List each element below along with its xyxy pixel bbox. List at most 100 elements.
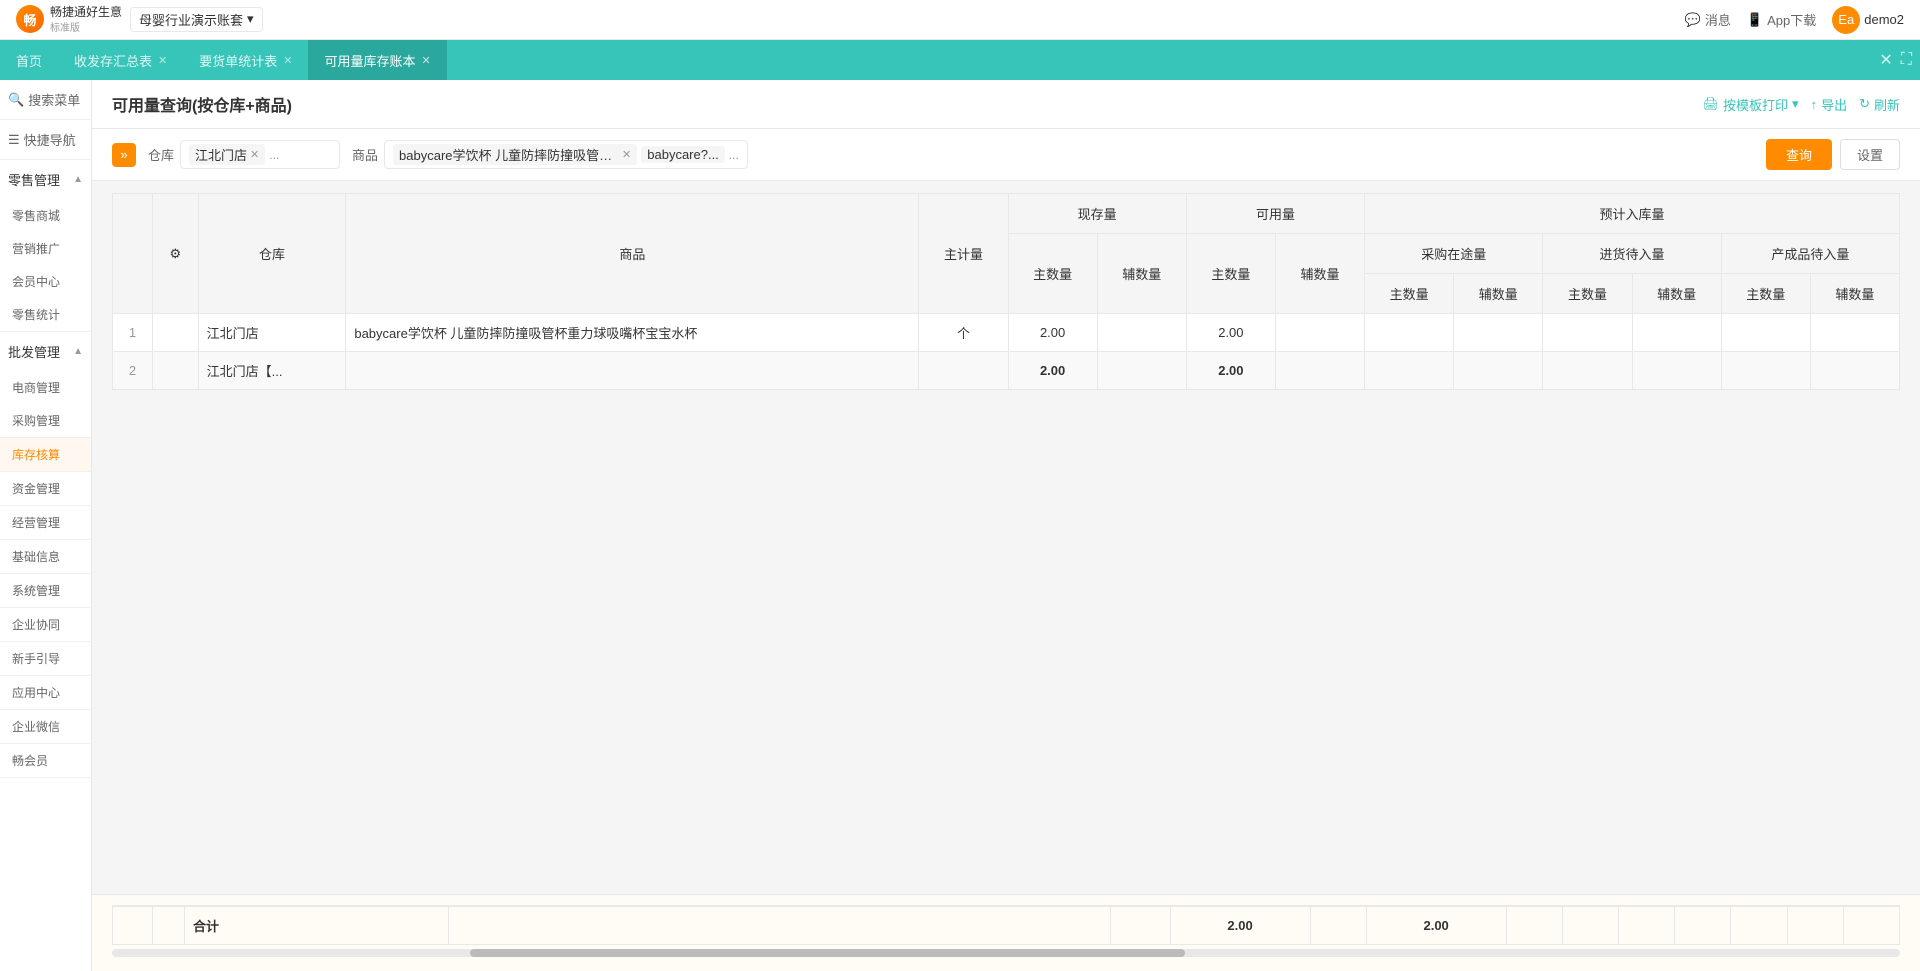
filter-area: » 仓库 江北门店 ✕ ... 商品 babycare学饮杯 儿童防摔防撞吸管杯… xyxy=(92,129,1920,181)
th-gear[interactable]: ⚙ xyxy=(153,194,199,314)
th-purchase-main: 主数量 xyxy=(1365,274,1454,314)
warehouse-label: 仓库 xyxy=(148,145,174,164)
product-tag-1-close[interactable]: ✕ xyxy=(622,148,631,161)
row-1-pur-main xyxy=(1365,314,1454,352)
product-tag-1: babycare学饮杯 儿童防摔防撞吸管杯重力球吸嘴杯宝宝水杯 ✕ xyxy=(393,144,637,165)
product-input[interactable]: babycare学饮杯 儿童防摔防撞吸管杯重力球吸嘴杯宝宝水杯 ✕ babyca… xyxy=(384,140,748,169)
row-2-num: 2 xyxy=(113,352,153,390)
row-1-gear xyxy=(153,314,199,352)
tab-order-stats-close[interactable]: ✕ xyxy=(283,54,292,67)
tab-available-stock-label: 可用量库存账本 xyxy=(324,51,415,70)
sidebar-item-system[interactable]: 系统管理 xyxy=(0,574,91,607)
sidebar-search[interactable]: 🔍 搜索菜单 xyxy=(0,80,91,120)
sidebar-item-appstore[interactable]: 应用中心 xyxy=(0,676,91,709)
export-button[interactable]: ↑ 导出 xyxy=(1811,95,1848,114)
summary-prod-main xyxy=(1787,906,1843,945)
data-table: ⚙ 仓库 商品 主计量 现存量 可用量 预计入库量 主数量 辅数量 主数量 辅数… xyxy=(112,193,1900,390)
sidebar-item-marketing[interactable]: 营销推广 xyxy=(0,232,91,265)
sidebar-group-wechat: 企业微信 xyxy=(0,710,91,744)
summary-prod-sub xyxy=(1843,906,1899,945)
tab-available-stock[interactable]: 可用量库存账本 ✕ xyxy=(308,40,446,80)
summary-in-sub xyxy=(1731,906,1787,945)
user-name: demo2 xyxy=(1864,12,1904,27)
industry-selector[interactable]: 母婴行业演示账套 ▾ xyxy=(130,7,263,32)
row-1-in-sub xyxy=(1632,314,1721,352)
sidebar-item-basic[interactable]: 基础信息 xyxy=(0,540,91,573)
summary-row: 合计 2.00 2.00 xyxy=(113,906,1900,945)
print-dropdown-icon: ▾ xyxy=(1792,96,1799,112)
search-icon: 🔍 xyxy=(8,92,24,108)
horizontal-scrollbar[interactable] xyxy=(112,949,1900,957)
row-2-in-sub xyxy=(1632,352,1721,390)
row-2-current-main: 2.00 xyxy=(1008,352,1097,390)
tab-available-stock-close[interactable]: ✕ xyxy=(422,54,431,67)
logo-text-area: 畅捷通好生意 标准版 xyxy=(50,5,122,34)
sidebar-item-wechat[interactable]: 企业微信 xyxy=(0,710,91,743)
nav-tabs: 首页 收发存汇总表 ✕ 要货单统计表 ✕ 可用量库存账本 ✕ ✕ ⛶ xyxy=(0,40,1920,80)
row-2-pur-main xyxy=(1365,352,1454,390)
row-1-warehouse: 江北门店 xyxy=(198,314,346,352)
sidebar-item-purchase[interactable]: 采购管理 xyxy=(0,404,91,437)
summary-pur-sub xyxy=(1618,906,1674,945)
logo-icon: 畅 xyxy=(16,5,44,33)
tab-home[interactable]: 首页 xyxy=(0,40,58,80)
logo-sub: 标准版 xyxy=(50,19,122,34)
row-1-current-sub xyxy=(1097,314,1186,352)
warehouse-more[interactable]: ... xyxy=(269,148,279,162)
dropdown-icon: ▾ xyxy=(247,11,254,27)
refresh-button[interactable]: ↻ 刷新 xyxy=(1859,95,1900,114)
summary-empty-3 xyxy=(449,906,1110,945)
nav-icon: ☰ xyxy=(8,132,20,148)
row-1-in-main xyxy=(1543,314,1632,352)
message-button[interactable]: 💬 消息 xyxy=(1685,10,1731,29)
filter-expand-button[interactable]: » xyxy=(112,143,136,167)
summary-empty-4 xyxy=(1110,906,1170,945)
sidebar-group-ops: 经营管理 xyxy=(0,506,91,540)
tab-receipts[interactable]: 收发存汇总表 ✕ xyxy=(58,40,183,80)
sidebar-item-members[interactable]: 会员中心 xyxy=(0,265,91,298)
nav-tabs-right: ✕ ⛶ xyxy=(1879,50,1920,70)
warehouse-input[interactable]: 江北门店 ✕ ... xyxy=(180,140,340,169)
scroll-thumb[interactable] xyxy=(470,949,1185,957)
bottom-bar: 合计 2.00 2.00 xyxy=(92,894,1920,971)
summary-label: 合计 xyxy=(185,906,449,945)
th-available: 可用量 xyxy=(1186,194,1364,234)
sidebar-group-retail-title[interactable]: 零售管理 ▲ xyxy=(0,160,91,199)
tab-order-stats[interactable]: 要货单统计表 ✕ xyxy=(183,40,308,80)
query-button[interactable]: 查询 xyxy=(1766,139,1832,170)
sidebar-item-retail-stats[interactable]: 零售统计 xyxy=(0,298,91,331)
app-download-button[interactable]: 📱 App下载 xyxy=(1747,10,1816,29)
sidebar-group-wholesale: 批发管理 ▲ 电商管理 采购管理 xyxy=(0,332,91,438)
warehouse-tag-close[interactable]: ✕ xyxy=(250,148,259,161)
table-row: 1 江北门店 babycare学饮杯 儿童防摔防撞吸管杯重力球吸嘴杯宝宝水杯 个… xyxy=(113,314,1900,352)
sidebar-item-stock[interactable]: 库存核算 xyxy=(0,438,91,471)
user-area[interactable]: Ea demo2 xyxy=(1832,6,1904,34)
th-warehouse: 仓库 xyxy=(198,194,346,314)
sidebar-item-ecommerce-mall[interactable]: 零售商城 xyxy=(0,199,91,232)
row-2-current-sub xyxy=(1097,352,1186,390)
tab-order-stats-label: 要货单统计表 xyxy=(199,51,277,70)
print-button[interactable]: 🖨 按模板打印 ▾ xyxy=(1703,95,1799,114)
summary-in-main xyxy=(1675,906,1731,945)
top-bar-right: 💬 消息 📱 App下载 Ea demo2 xyxy=(1685,6,1904,34)
sidebar-item-guide[interactable]: 新手引导 xyxy=(0,642,91,675)
sidebar-item-collab[interactable]: 企业协同 xyxy=(0,608,91,641)
sidebar-group-wholesale-title[interactable]: 批发管理 ▲ xyxy=(0,332,91,371)
row-1-pur-sub xyxy=(1454,314,1543,352)
sidebar-quicknav[interactable]: ☰ 快捷导航 xyxy=(0,120,91,160)
sidebar-item-finance[interactable]: 资金管理 xyxy=(0,472,91,505)
tab-fullscreen[interactable]: ⛶ xyxy=(1901,51,1912,69)
row-2-product xyxy=(346,352,919,390)
page-header: 可用量查询(按仓库+商品) 🖨 按模板打印 ▾ ↑ 导出 ↻ 刷新 xyxy=(92,80,1920,129)
th-avail-sub: 辅数量 xyxy=(1275,234,1364,314)
sidebar-item-member[interactable]: 畅会员 xyxy=(0,744,91,777)
logo-title: 畅捷通好生意 xyxy=(50,5,122,19)
warehouse-filter: 仓库 江北门店 ✕ ... xyxy=(148,140,340,169)
tab-close-all[interactable]: ✕ xyxy=(1879,50,1892,70)
summary-empty-1 xyxy=(113,906,153,945)
sidebar-item-ecommerce[interactable]: 电商管理 xyxy=(0,371,91,404)
sidebar-item-ops[interactable]: 经营管理 xyxy=(0,506,91,539)
tab-receipts-close[interactable]: ✕ xyxy=(158,54,167,67)
settings-button[interactable]: 设置 xyxy=(1840,139,1900,170)
product-more[interactable]: ... xyxy=(729,148,739,162)
